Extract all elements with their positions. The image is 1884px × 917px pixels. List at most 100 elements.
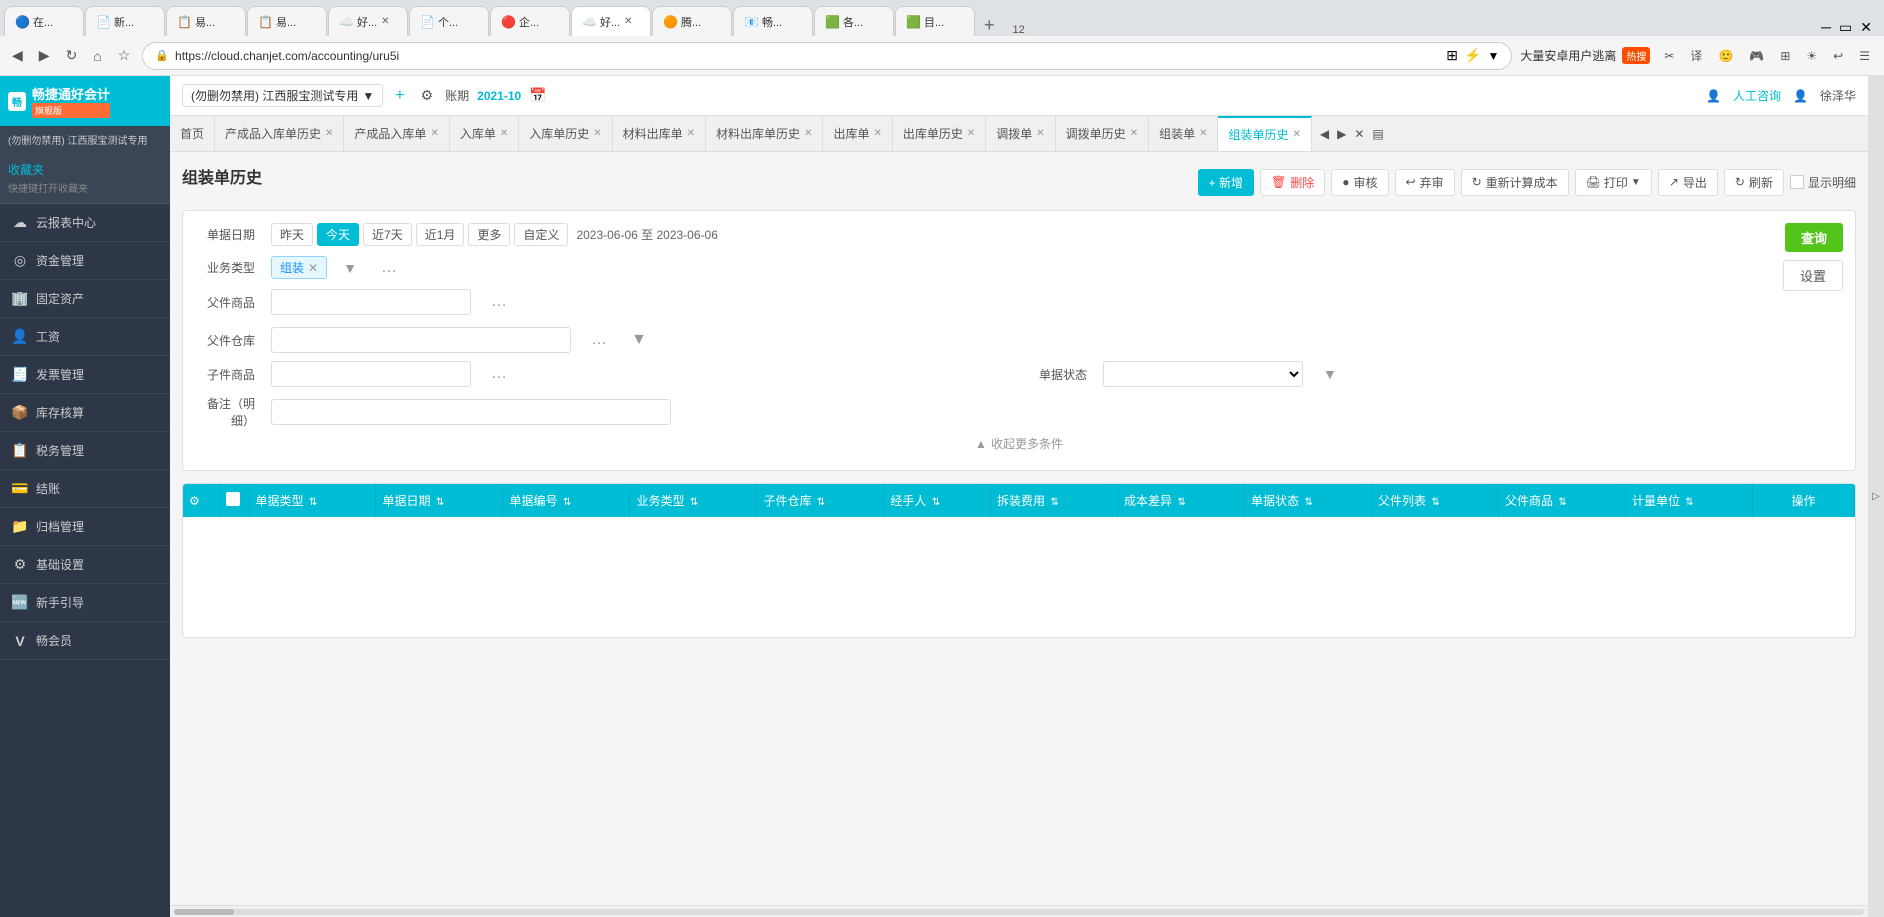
order-status-dropdown-icon[interactable]: ▼ [1323, 366, 1337, 382]
doc-tab-product-in-close[interactable]: ✕ [430, 128, 438, 139]
calendar-icon[interactable]: 📅 [529, 87, 546, 104]
maximize-btn[interactable]: ▭ [1839, 19, 1852, 36]
browser-tab-5[interactable]: ☁️ 好... ✕ [328, 6, 408, 36]
doc-tab-product-in-history[interactable]: 产成品入库单历史 ✕ [215, 116, 344, 152]
business-type-dropdown[interactable]: ▼ [343, 260, 357, 276]
doc-tab-assemble-close[interactable]: ✕ [1036, 128, 1044, 139]
doc-tab-material-out[interactable]: 材料出库单 ✕ [613, 116, 706, 152]
tabs-next-btn[interactable]: ▶ [1333, 123, 1350, 145]
business-type-more-btn[interactable]: … [381, 259, 397, 277]
browser-tab-9[interactable]: 🟠 腾... [652, 6, 732, 36]
address-bar[interactable]: 🔒 https://cloud.chanjet.com/accounting/u… [142, 42, 1512, 70]
th-parent-list[interactable]: 父件列表 ⇅ [1371, 484, 1498, 517]
doc-tab-out-order[interactable]: 出库单 ✕ [823, 116, 892, 152]
browser-tab-6[interactable]: 📄 个... [409, 6, 489, 36]
add-company-btn[interactable]: + [391, 83, 408, 109]
qr-icon[interactable]: ⊞ [1446, 47, 1458, 64]
lightning-icon[interactable]: ⚡ [1464, 47, 1481, 64]
emoji-tool[interactable]: 🙂 [1712, 47, 1739, 65]
th-order-type[interactable]: 单据类型 ⇅ [249, 484, 376, 517]
sidebar-item-guide[interactable]: 🆕 新手引导 [0, 584, 170, 622]
browser-tab-2[interactable]: 📄 新... [85, 6, 165, 36]
scrollbar-thumb[interactable] [174, 909, 234, 915]
tab-close-5[interactable]: ✕ [381, 16, 389, 27]
parent-warehouse-more-btn[interactable]: … [591, 331, 607, 349]
company-selector[interactable]: (勿删勿禁用) 江西服宝测试专用 ▼ [182, 84, 383, 107]
th-unit[interactable]: 计量单位 ⇅ [1625, 484, 1752, 517]
browser-tab-7[interactable]: 🔴 企... [490, 6, 570, 36]
minimize-btn[interactable]: ─ [1821, 19, 1831, 36]
bookmark-button[interactable]: ☆ [114, 43, 135, 68]
sidebar-item-fixed-assets[interactable]: 🏢 固定资产 [0, 280, 170, 318]
sun-tool[interactable]: ☀ [1800, 47, 1823, 65]
doc-tab-assemble-history-close[interactable]: ✕ [1130, 128, 1138, 139]
th-business-type[interactable]: 业务类型 ⇅ [630, 484, 757, 517]
doc-tab-out-history-close[interactable]: ✕ [967, 128, 975, 139]
translate-tool[interactable]: 译 [1684, 45, 1708, 66]
th-settings[interactable]: ⚙ [183, 484, 219, 517]
back-button[interactable]: ◀ [8, 43, 27, 68]
doc-tab-in-history[interactable]: 入库单历史 ✕ [519, 116, 612, 152]
child-goods-more-btn[interactable]: … [491, 365, 507, 383]
new-tab-button[interactable]: + [976, 15, 1003, 36]
print-dropdown-icon[interactable]: ▼ [1631, 177, 1641, 188]
parent-goods-input[interactable] [271, 289, 471, 315]
tab-close-8[interactable]: ✕ [624, 16, 632, 27]
sidebar-item-settings[interactable]: ⚙ 基础设置 [0, 546, 170, 584]
column-settings-icon[interactable]: ⚙ [189, 494, 200, 508]
th-order-date[interactable]: 单据日期 ⇅ [376, 484, 503, 517]
collapse-bar[interactable]: ▲ 收起更多条件 [195, 429, 1843, 458]
doc-tab-in-order-close[interactable]: ✕ [500, 128, 508, 139]
th-parent-goods[interactable]: 父件商品 ⇅ [1498, 484, 1625, 517]
date-btn-7days[interactable]: 近7天 [363, 223, 412, 246]
audit-button[interactable]: ● 审核 [1331, 169, 1388, 196]
close-btn[interactable]: ✕ [1860, 19, 1872, 36]
doc-tab-home[interactable]: 首页 [170, 116, 215, 152]
sidebar-item-tax[interactable]: 📋 税务管理 [0, 432, 170, 470]
tabs-menu-btn[interactable]: ▤ [1368, 123, 1387, 145]
refresh-button[interactable]: ↻ [62, 43, 82, 68]
doc-tab-kit[interactable]: 组装单 ✕ [1149, 116, 1218, 152]
th-order-no[interactable]: 单据编号 ⇅ [503, 484, 630, 517]
query-button[interactable]: 查询 [1785, 223, 1843, 252]
th-order-status[interactable]: 单据状态 ⇅ [1244, 484, 1371, 517]
doc-tab-product-in[interactable]: 产成品入库单 ✕ [344, 116, 449, 152]
abandon-button[interactable]: ↩ 弃审 [1395, 169, 1455, 196]
parent-warehouse-dropdown[interactable]: ▼ [631, 331, 647, 349]
add-button[interactable]: + 新增 [1198, 169, 1254, 196]
forward-button[interactable]: ▶ [35, 43, 54, 68]
settings-gear-btn[interactable]: ⚙ [417, 83, 438, 108]
consult-label[interactable]: 人工咨询 [1733, 87, 1781, 104]
th-disassemble-fee[interactable]: 拆装费用 ⇅ [991, 484, 1118, 517]
th-check[interactable] [219, 484, 249, 517]
right-panel-toggle[interactable]: ▷ [1868, 76, 1884, 917]
address-dropdown-icon[interactable]: ▼ [1487, 49, 1499, 63]
tabs-close-all-btn[interactable]: ✕ [1350, 123, 1368, 145]
refresh-button[interactable]: ↻ 刷新 [1724, 169, 1784, 196]
date-btn-1month[interactable]: 近1月 [416, 223, 465, 246]
date-btn-today[interactable]: 今天 [317, 223, 359, 246]
th-handler[interactable]: 经手人 ⇅ [884, 484, 991, 517]
sidebar-item-inventory[interactable]: 📦 库存核算 [0, 394, 170, 432]
browser-tab-12[interactable]: 🟩 目... [895, 6, 975, 36]
sidebar-item-archive[interactable]: 📁 归档管理 [0, 508, 170, 546]
browser-tab-4[interactable]: 📋 易... [247, 6, 327, 36]
th-cost-diff[interactable]: 成本差异 ⇅ [1118, 484, 1245, 517]
child-goods-input[interactable] [271, 361, 471, 387]
doc-tab-kit-history-close[interactable]: ✕ [1293, 129, 1301, 140]
tabs-prev-btn[interactable]: ◀ [1316, 123, 1333, 145]
sidebar-item-member[interactable]: V 畅会员 [0, 622, 170, 660]
notes-input[interactable] [271, 399, 671, 425]
browser-tab-11[interactable]: 🟩 各... [814, 6, 894, 36]
scrollbar-track[interactable] [174, 909, 1864, 915]
doc-tab-material-out-history[interactable]: 材料出库单历史 ✕ [706, 116, 823, 152]
home-button[interactable]: ⌂ [89, 44, 105, 68]
doc-tab-in-history-close[interactable]: ✕ [593, 128, 601, 139]
doc-tab-out-order-close[interactable]: ✕ [873, 128, 881, 139]
doc-tab-in-order[interactable]: 入库单 ✕ [450, 116, 519, 152]
date-btn-custom[interactable]: 自定义 [514, 223, 568, 246]
parent-warehouse-input[interactable] [271, 327, 571, 353]
grid-tool[interactable]: ⊞ [1774, 47, 1796, 65]
sidebar-item-checkout[interactable]: 💳 结账 [0, 470, 170, 508]
sidebar-item-fund[interactable]: ◎ 资金管理 [0, 242, 170, 280]
